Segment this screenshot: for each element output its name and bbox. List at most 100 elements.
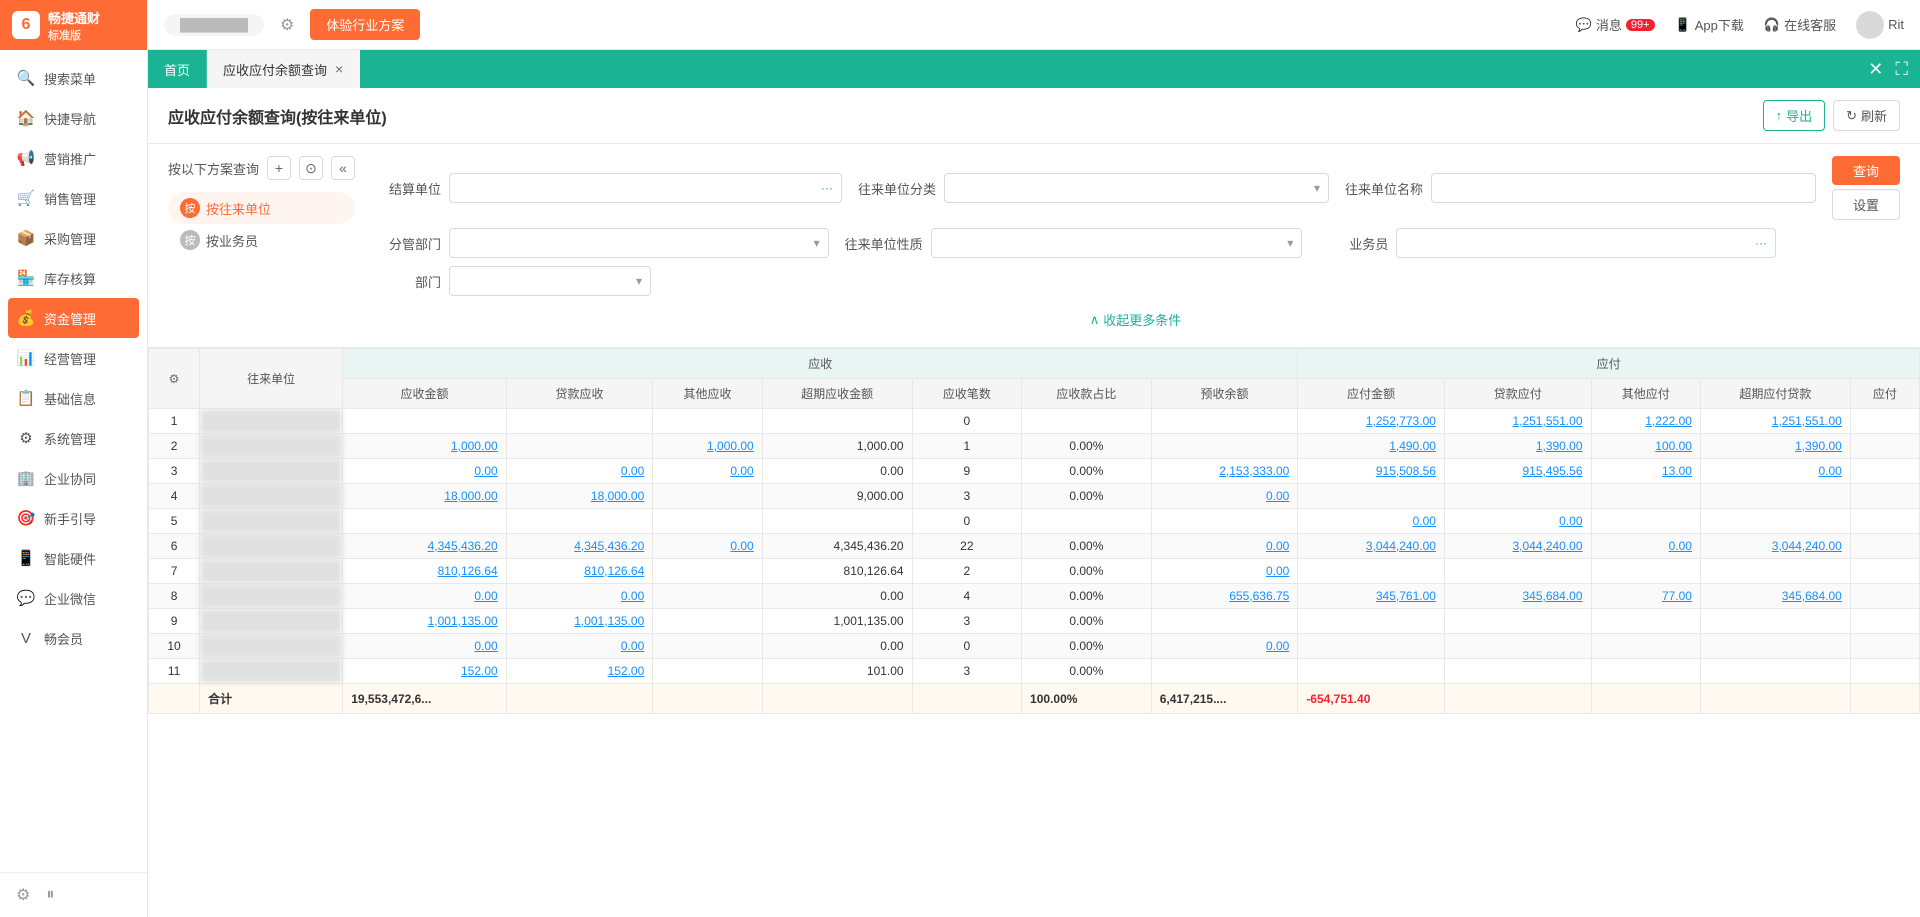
tab-close-icon[interactable]: × [335,61,343,77]
trial-btn[interactable]: 体验行业方案 [310,9,420,40]
th-ar-prepaid: 预收余额 [1151,379,1298,409]
category-input[interactable]: ▾ [944,173,1329,203]
refresh-icon: ↻ [1846,108,1857,124]
online-service-btn[interactable]: 🎧 在线客服 [1764,15,1836,34]
salesman-input-icon: ··· [1755,236,1767,250]
settings-scheme-btn[interactable]: ⊙ [299,156,323,180]
filter-area: 按以下方案查询 + ⊙ « 按 按往来单位 按 按业务员 [148,144,1920,348]
sidebar-icon-ops: 📊 [16,348,36,368]
scheme-by-unit[interactable]: 按 按往来单位 [168,192,355,224]
tab-expand-btn[interactable]: ⛶ [1895,59,1908,80]
sidebar-item-basic[interactable]: 📋基础信息 [0,378,147,418]
sidebar-item-sales[interactable]: 🛒销售管理 [0,178,147,218]
tab-close-window-btn[interactable]: ✕ [1868,59,1883,80]
sidebar-label-ops: 经营管理 [44,349,96,368]
sidebar-icon-guide: 🎯 [16,508,36,528]
dept-input[interactable]: ▾ [449,228,829,258]
collapse-more-label: 收起更多条件 [1103,310,1181,329]
refresh-btn[interactable]: ↻ 刷新 [1833,100,1900,131]
sidebar-item-quick-nav[interactable]: 🏠快捷导航 [0,98,147,138]
message-icon: 💬 [1576,17,1592,33]
filter-field-name: 往来单位名称 [1345,173,1816,203]
refresh-label: 刷新 [1861,106,1887,125]
header-settings-icon[interactable]: ⚙ [272,11,302,39]
export-btn[interactable]: ↑ 导出 [1763,100,1826,131]
table-row: 9████████1,001,135.001,001,135.001,001,1… [149,609,1920,634]
message-btn[interactable]: 💬 消息 99+ [1576,15,1655,34]
app-download-btn[interactable]: 📱 App下载 [1675,15,1744,34]
footer-label: 合计 [200,684,343,714]
sidebar-icon-basic: 📋 [16,388,36,408]
scheme-by-salesman[interactable]: 按 按业务员 [168,224,355,256]
sidebar-label-sales: 销售管理 [44,189,96,208]
sidebar-icon-inventory: 🏪 [16,268,36,288]
sidebar-item-marketing[interactable]: 📢营销推广 [0,138,147,178]
table-row: 7████████810,126.64810,126.64810,126.642… [149,559,1920,584]
sidebar-item-search[interactable]: 🔍搜索菜单 [0,58,147,98]
footer-ap-loan [1444,684,1591,714]
scheme-salesman-icon: 按 [180,230,200,250]
cell-name: ████████ [200,559,343,584]
filter-row-3: 部门 ▾ [371,266,1900,296]
name-input[interactable] [1431,173,1816,203]
th-ar-loan: 贷款应收 [506,379,653,409]
th-ap-loan: 贷款应付 [1444,379,1591,409]
salesman-input[interactable]: ··· [1396,228,1776,258]
sidebar-item-finance[interactable]: 💰资金管理 [8,298,139,338]
nature-input-arrow: ▾ [1287,236,1293,250]
salesman-label: 业务员 [1318,234,1388,253]
sidebar-item-guide[interactable]: 🎯新手引导 [0,498,147,538]
sidebar-icon-corp: 🏢 [16,468,36,488]
footer-ar-ratio: 100.00% [1022,684,1152,714]
sidebar-item-member[interactable]: V畅会员 [0,618,147,658]
cell-name: ████████ [200,484,343,509]
footer-ar-overdue [762,684,912,714]
sidebar-item-corp[interactable]: 🏢企业协同 [0,458,147,498]
cell-name: ████████ [200,434,343,459]
filter-scheme-panel: 按以下方案查询 + ⊙ « 按 按往来单位 按 按业务员 [168,156,355,256]
download-icon: 📱 [1675,17,1691,33]
sidebar-label-marketing: 营销推广 [44,149,96,168]
table-footer-row: 合计 19,553,472,6... 100.00% 6,417,215....… [149,684,1920,714]
sidebar-item-inventory[interactable]: 🏪库存核算 [0,258,147,298]
tab-ar-ap[interactable]: 应收应付余额查询 × [207,50,360,88]
sidebar-logo: 6 畅捷通财 标准版 [0,0,147,50]
app-download-label: App下载 [1695,15,1744,34]
tab-bar-actions: ✕ ⛶ [1856,50,1920,88]
th-ar-count: 应收笔数 [912,379,1021,409]
query-btn[interactable]: 查询 [1832,156,1900,185]
subdept-input[interactable]: ▾ [449,266,651,296]
collapse-more-btn[interactable]: ∧ 收起更多条件 [371,304,1900,335]
th-ar-overdue: 超期应收金额 [762,379,912,409]
sidebar-item-purchase[interactable]: 📦采购管理 [0,218,147,258]
filter-field-salesman: 业务员 ··· [1318,228,1776,258]
filter-toolbar: 按以下方案查询 + ⊙ « [168,156,355,180]
collapse-scheme-btn[interactable]: « [331,156,355,180]
sidebar-label-wechat: 企业微信 [44,589,96,608]
th-ap-amount: 应付金额 [1298,379,1445,409]
sidebar-collapse-btn[interactable]: ⏸ [46,886,54,904]
message-badge: 99+ [1626,19,1655,31]
settings-filter-btn[interactable]: 设置 [1832,189,1900,220]
footer-ar-other [653,684,762,714]
category-label: 往来单位分类 [858,179,936,198]
sidebar-settings-btn[interactable]: ⚙ [16,885,30,905]
data-table-container: ⚙ 往来单位 应收 应付 应收金额 贷款应收 其他应收 超期应收金额 应收笔数 … [148,348,1920,917]
collapse-arrow-icon: ∧ [1090,312,1100,328]
nature-input[interactable]: ▾ [931,228,1303,258]
sidebar-item-wechat[interactable]: 💬 企业微信 [0,578,147,618]
tab-home[interactable]: 首页 [148,50,207,88]
sidebar-icon-wechat: 💬 [16,588,36,608]
sidebar-item-ops[interactable]: 📊 经营管理 [0,338,147,378]
sidebar-item-system[interactable]: ⚙系统管理 [0,418,147,458]
unit-input[interactable]: ··· [449,173,842,203]
header-breadcrumb: ████████ [164,14,264,36]
user-info[interactable]: Rit [1856,11,1904,39]
add-scheme-btn[interactable]: + [267,156,291,180]
unit-input-icon: ··· [821,181,833,195]
sidebar-icon-search: 🔍 [16,68,36,88]
export-icon: ↑ [1776,108,1783,123]
sidebar-item-hardware[interactable]: 📱智能硬件 [0,538,147,578]
tab-home-label: 首页 [164,60,190,79]
th-settings[interactable]: ⚙ [149,349,200,409]
